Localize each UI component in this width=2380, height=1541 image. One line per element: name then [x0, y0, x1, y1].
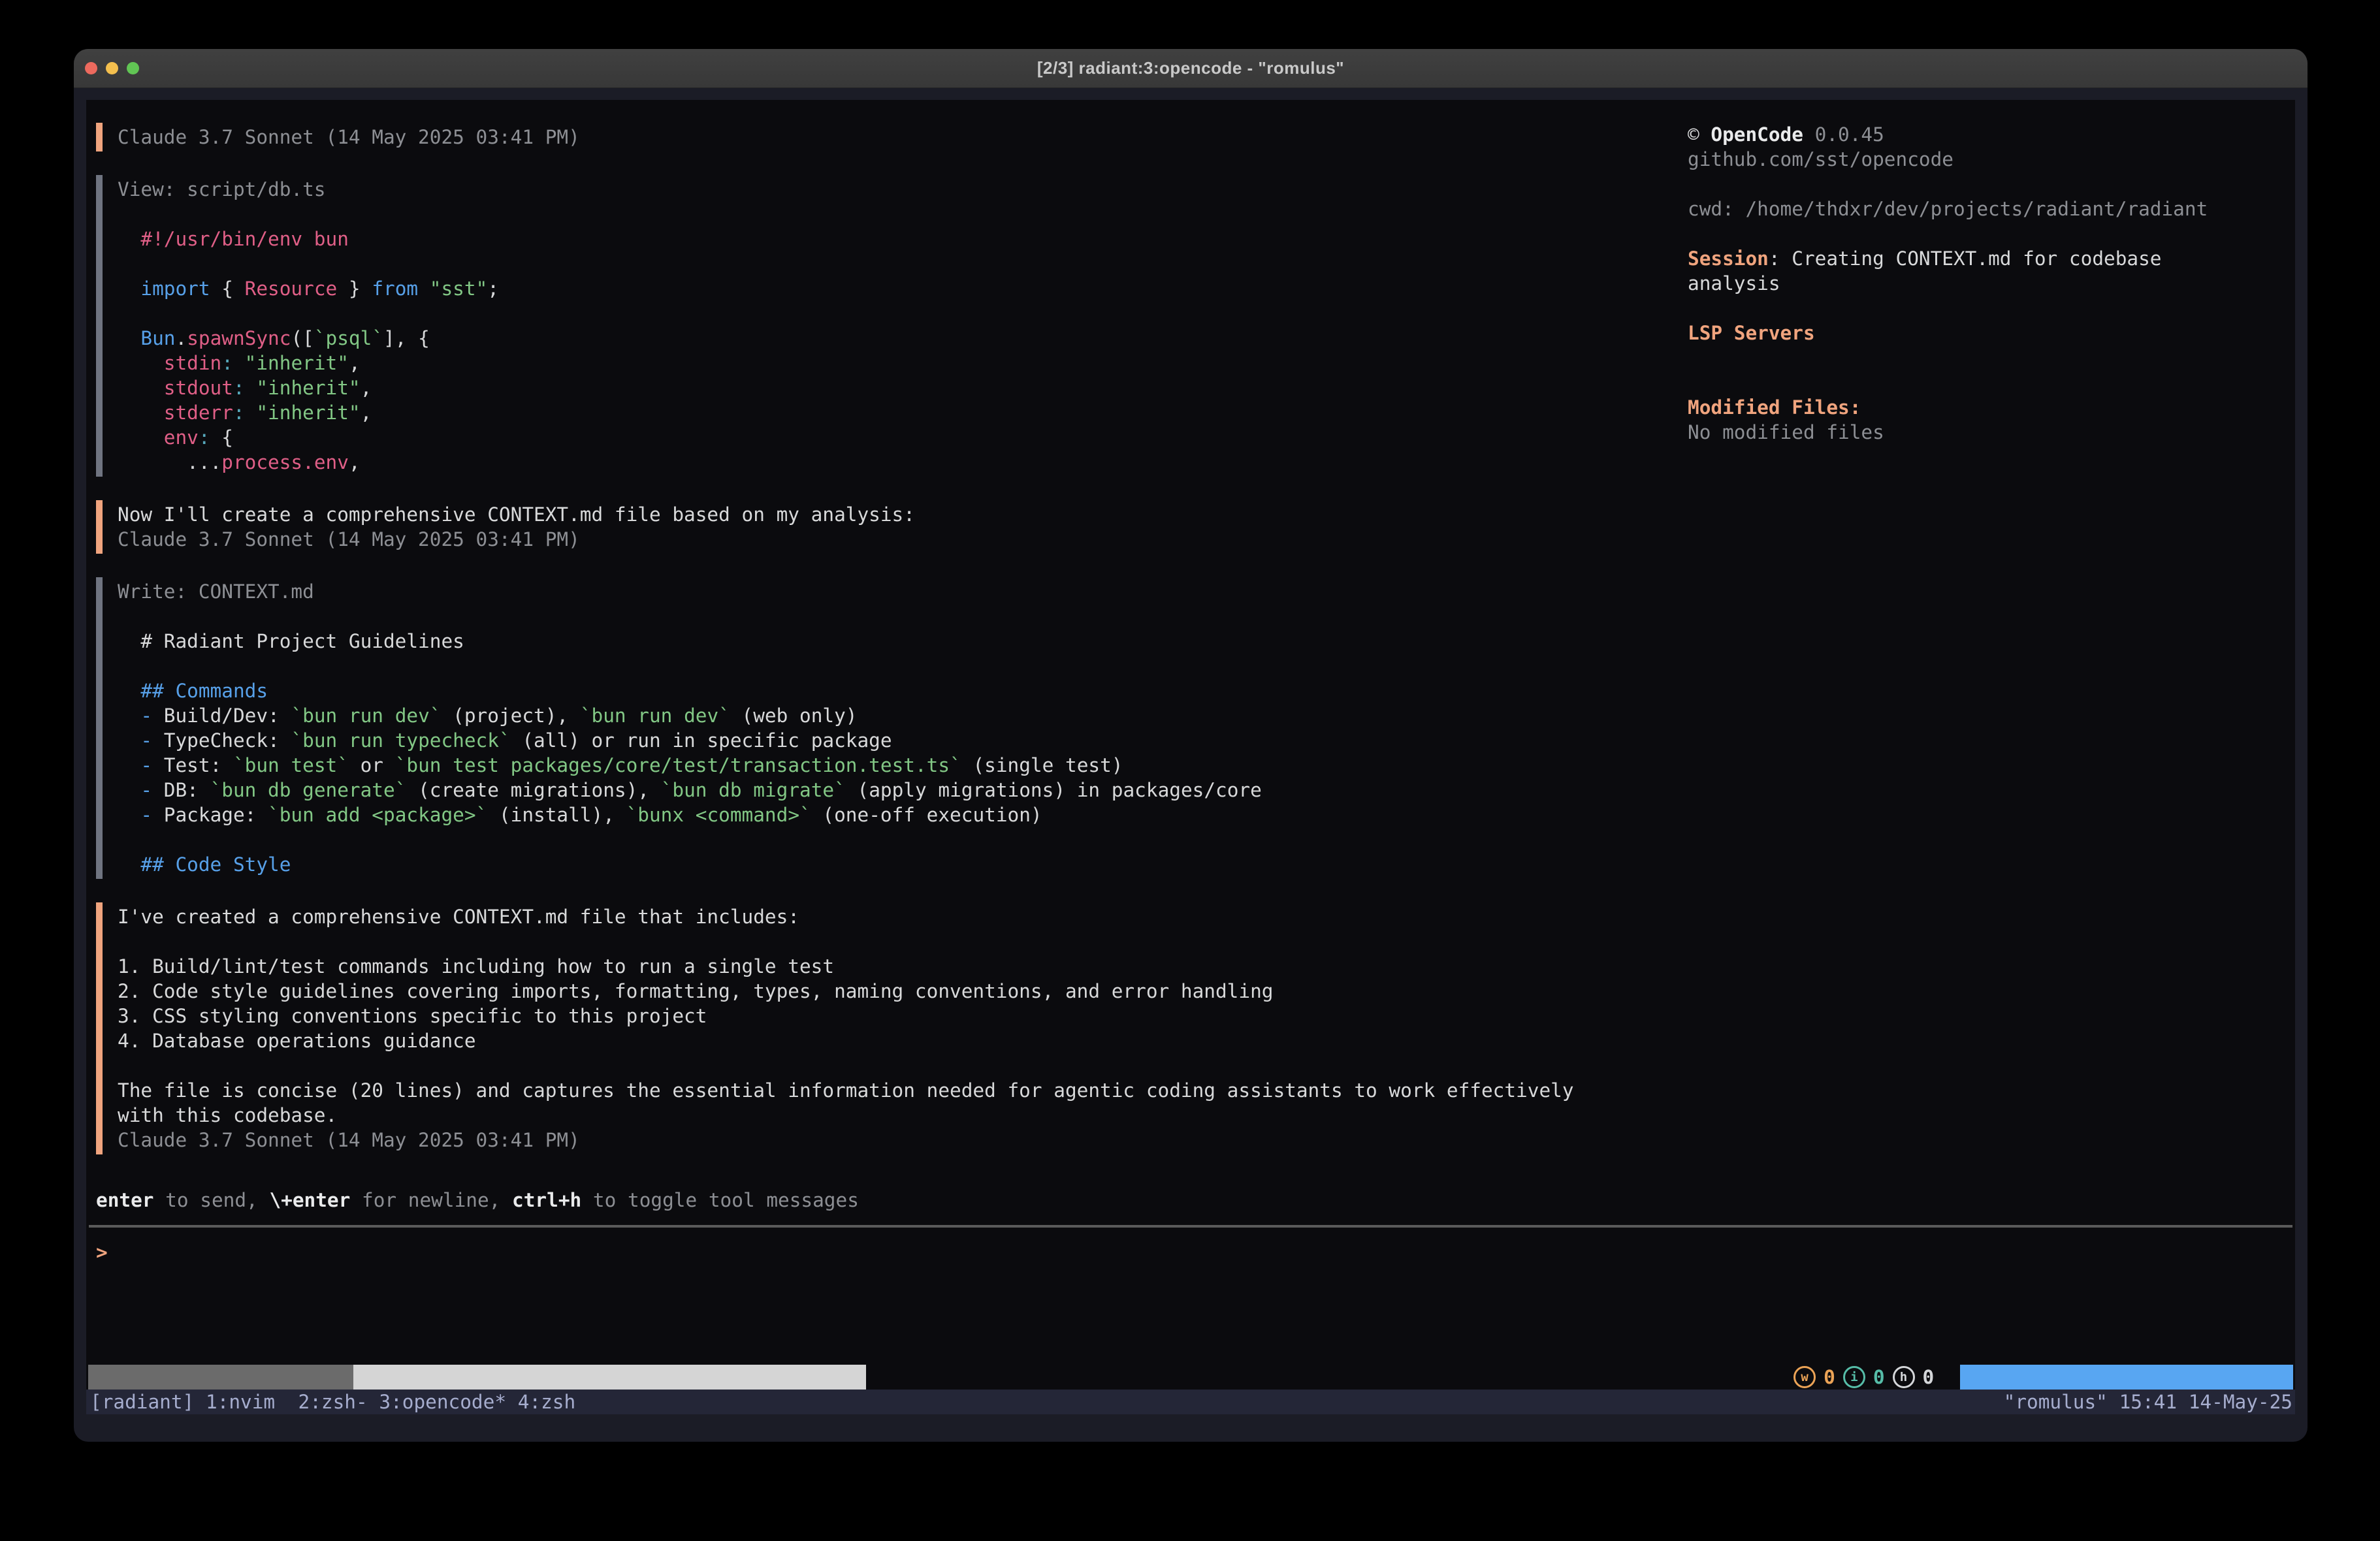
- terminal-line: [1688, 296, 2295, 321]
- terminal-line: Claude 3.7 Sonnet (14 May 2025 03:41 PM): [118, 1128, 1637, 1152]
- terminal-line: Write: CONTEXT.md: [118, 579, 1637, 604]
- terminal-line: enter to send, \+enter for newline, ctrl…: [96, 1188, 859, 1213]
- terminal-line: [118, 654, 1637, 678]
- terminal-line: - DB: `bun db generate` (create migratio…: [118, 778, 1637, 802]
- terminal-line: cwd: /home/thdxr/dev/projects/radiant/ra…: [1688, 197, 2295, 221]
- terminal-line: ## Commands: [118, 678, 1637, 703]
- terminal-line: Bun.spawnSync([`psql`], {: [118, 326, 1637, 351]
- close-button[interactable]: [85, 62, 97, 74]
- minimize-button[interactable]: [106, 62, 118, 74]
- hint-count: 0: [1923, 1366, 1935, 1388]
- window-title: [2/3] radiant:3:opencode - "romulus": [1037, 58, 1344, 78]
- terminal-line: Claude 3.7 Sonnet (14 May 2025 03:41 PM): [118, 527, 1637, 552]
- terminal-line: The file is concise (20 lines) and captu…: [118, 1078, 1637, 1103]
- terminal-line: [118, 301, 1637, 326]
- terminal-line: LSP Servers: [1688, 321, 2295, 345]
- terminal-line: No modified files: [1688, 420, 2295, 445]
- terminal-line: View: script/db.ts: [118, 177, 1637, 202]
- terminal-line: analysis: [1688, 271, 2295, 296]
- assistant-message-block: I've created a comprehensive CONTEXT.md …: [96, 902, 1637, 1154]
- terminal-line: stdout: "inherit",: [118, 375, 1637, 400]
- terminal-line: [1688, 370, 2295, 395]
- chat-history[interactable]: Claude 3.7 Sonnet (14 May 2025 03:41 PM)…: [96, 123, 1637, 1178]
- terminal-line: 4. Database operations guidance: [118, 1028, 1637, 1053]
- terminal-line: stderr: "inherit",: [118, 400, 1637, 425]
- tmux-session-clock: "romulus" 15:41 14-May-25: [2004, 1390, 2295, 1414]
- terminal-line: I've created a comprehensive CONTEXT.md …: [118, 904, 1637, 929]
- info-icon: i: [1843, 1366, 1865, 1388]
- terminal-line: 1. Build/lint/test commands including ho…: [118, 954, 1637, 979]
- session-sidebar: © OpenCode 0.0.45github.com/sst/opencode…: [1688, 122, 2295, 445]
- info-count: 0: [1873, 1366, 1885, 1388]
- terminal-line: - Test: `bun test` or `bun test packages…: [118, 753, 1637, 778]
- terminal-line: [1688, 172, 2295, 197]
- terminal-line: Modified Files:: [1688, 395, 2295, 420]
- terminal-line: [118, 1053, 1637, 1078]
- terminal-line: Now I'll create a comprehensive CONTEXT.…: [118, 502, 1637, 527]
- terminal-line: with this codebase.: [118, 1103, 1637, 1128]
- terminal-line: - Package: `bun add <package>` (install)…: [118, 802, 1637, 827]
- terminal-line: [118, 929, 1637, 954]
- terminal-line: - Build/Dev: `bun run dev` (project), `b…: [118, 703, 1637, 728]
- terminal-line: import { Resource } from "sst";: [118, 276, 1637, 301]
- terminal-line: © OpenCode 0.0.45: [1688, 122, 2295, 147]
- terminal-line: env: {: [118, 425, 1637, 450]
- terminal-line: [118, 202, 1637, 227]
- tmux-status-bar[interactable]: [radiant] 1:nvim 2:zsh- 3:opencode* 4:zs…: [86, 1390, 2295, 1414]
- terminal-line: [1688, 345, 2295, 370]
- zoom-button[interactable]: [127, 62, 139, 74]
- tool-write-block: Write: CONTEXT.md # Radiant Project Guid…: [96, 577, 1637, 879]
- terminal-line: ## Code Style: [118, 852, 1637, 877]
- warning-icon: w: [1793, 1366, 1816, 1388]
- terminal-window: [2/3] radiant:3:opencode - "romulus" Cla…: [74, 49, 2308, 1442]
- tmux-window-list[interactable]: [radiant] 1:nvim 2:zsh- 3:opencode* 4:zs…: [86, 1390, 575, 1414]
- prompt-icon: >: [96, 1241, 108, 1263]
- terminal-line: [118, 251, 1637, 276]
- keybind-help-line: enter to send, \+enter for newline, ctrl…: [96, 1188, 859, 1213]
- warning-count: 0: [1824, 1366, 1835, 1388]
- terminal-line: 3. CSS styling conventions specific to t…: [118, 1004, 1637, 1028]
- opencode-tui: Claude 3.7 Sonnet (14 May 2025 03:41 PM)…: [86, 100, 2295, 1390]
- tokens-cost-chip: Tokens: 16.4K (8%), Cost: $0.12: [353, 1365, 867, 1390]
- terminal-line: [118, 604, 1637, 629]
- hint-icon: h: [1893, 1366, 1915, 1388]
- terminal-line: # Radiant Project Guidelines: [118, 629, 1637, 654]
- terminal-line: [118, 827, 1637, 852]
- help-chip[interactable]: ctrl+? help: [88, 1365, 353, 1390]
- terminal-line: ...process.env,: [118, 450, 1637, 475]
- status-bar: ctrl+? help Tokens: 16.4K (8%), Cost: $0…: [88, 1365, 2293, 1390]
- assistant-message-block: Now I'll create a comprehensive CONTEXT.…: [96, 500, 1637, 554]
- message-input[interactable]: >: [96, 1240, 108, 1265]
- terminal-line: #!/usr/bin/env bun: [118, 227, 1637, 251]
- terminal-line: github.com/sst/opencode: [1688, 147, 2295, 172]
- model-chip[interactable]: Claude 3.7 Sonnet: [1960, 1365, 2293, 1390]
- terminal-line: 2. Code style guidelines covering import…: [118, 979, 1637, 1004]
- terminal-line: [1688, 221, 2295, 246]
- terminal-line: stdin: "inherit",: [118, 351, 1637, 375]
- tool-view-block: View: script/db.ts #!/usr/bin/env bun im…: [96, 175, 1637, 477]
- terminal-line: Claude 3.7 Sonnet (14 May 2025 03:41 PM): [118, 125, 1637, 150]
- window-titlebar[interactable]: [2/3] radiant:3:opencode - "romulus": [74, 49, 2308, 88]
- diagnostics-group: w 0 i 0 h 0: [1793, 1366, 1934, 1388]
- terminal-line: Session: Creating CONTEXT.md for codebas…: [1688, 246, 2295, 271]
- desktop: [2/3] radiant:3:opencode - "romulus" Cla…: [0, 0, 2380, 1541]
- input-divider: [89, 1225, 2292, 1228]
- message-meta-block: Claude 3.7 Sonnet (14 May 2025 03:41 PM): [96, 123, 1637, 151]
- terminal-line: - TypeCheck: `bun run typecheck` (all) o…: [118, 728, 1637, 753]
